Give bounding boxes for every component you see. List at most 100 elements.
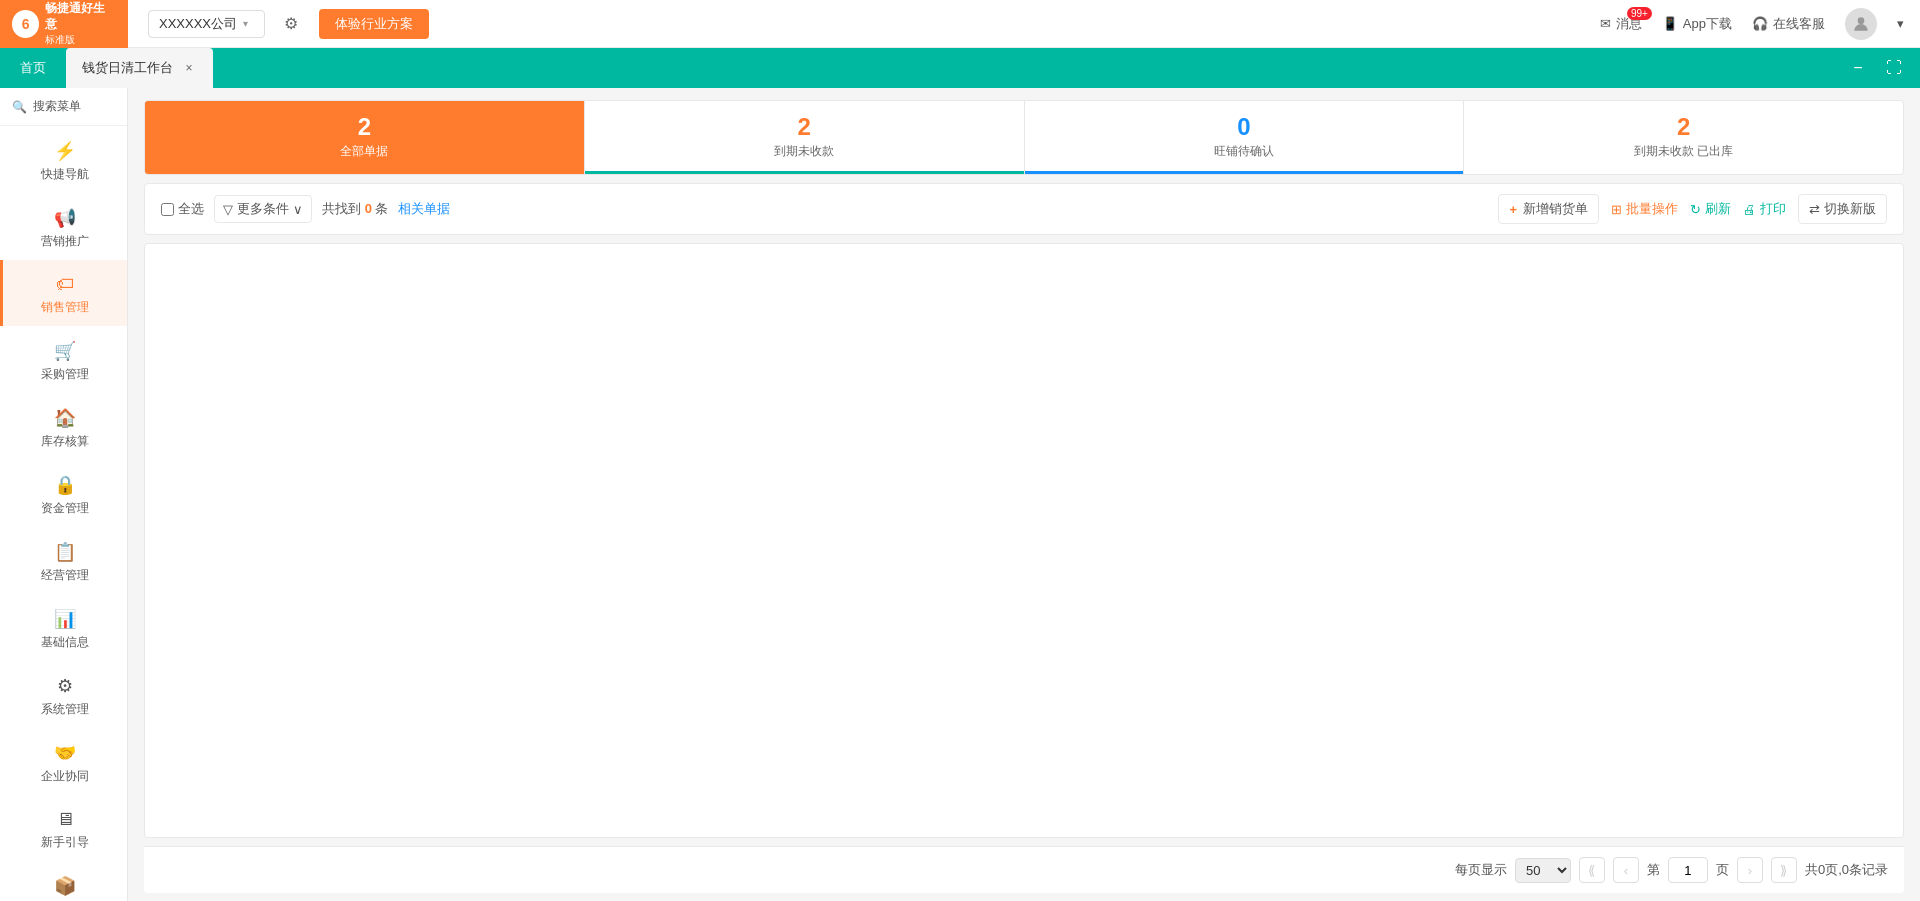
found-text: 共找到 0 条 bbox=[322, 200, 388, 218]
select-all-label: 全选 bbox=[178, 200, 204, 218]
sidebar-item-cooperation[interactable]: 🤝 企业协同 bbox=[0, 728, 127, 795]
sidebar-item-label: 营销推广 bbox=[41, 233, 89, 250]
stats-tab-pending[interactable]: 0 旺铺待确认 bbox=[1025, 101, 1465, 174]
quick-nav-icon: ⚡ bbox=[54, 140, 76, 162]
next-page-button[interactable]: › bbox=[1737, 857, 1763, 883]
sidebar: 🔍 搜索菜单 ⚡ 快捷导航 📢 营销推广 🏷 销售管理 🛒 采购管理 🏠 库存核… bbox=[0, 88, 128, 901]
sidebar-item-operation[interactable]: 📋 经营管理 bbox=[0, 527, 127, 594]
sidebar-item-system[interactable]: ⚙ 系统管理 bbox=[0, 661, 127, 728]
switch-new-version-button[interactable]: ⇄ 切换新版 bbox=[1798, 194, 1887, 224]
page-label: 第 bbox=[1647, 861, 1660, 879]
username-area[interactable]: ▾ bbox=[1897, 16, 1904, 31]
chevron-down-icon: ∨ bbox=[293, 202, 303, 217]
pagination-bar: 每页显示 50 100 ⟪ ‹ 第 页 › ⟫ 共0页,0条记录 bbox=[144, 846, 1904, 893]
sidebar-item-purchase[interactable]: 🛒 采购管理 bbox=[0, 326, 127, 393]
tab-cashflow[interactable]: 钱货日清工作台 × bbox=[66, 48, 213, 88]
page-number-input[interactable] bbox=[1668, 857, 1708, 883]
sidebar-item-label: 采购管理 bbox=[41, 366, 89, 383]
last-page-button[interactable]: ⟫ bbox=[1771, 857, 1797, 883]
experience-button[interactable]: 体验行业方案 bbox=[319, 9, 429, 39]
stats-label-all: 全部单据 bbox=[340, 143, 388, 160]
related-link[interactable]: 相关单据 bbox=[398, 200, 450, 218]
finance-icon: 🔒 bbox=[54, 474, 76, 496]
marketing-icon: 📢 bbox=[54, 207, 76, 229]
per-page-label: 每页显示 bbox=[1455, 861, 1507, 879]
per-page-select[interactable]: 50 100 bbox=[1515, 858, 1571, 883]
refresh-button[interactable]: ↻ 刷新 bbox=[1690, 200, 1731, 218]
system-icon: ⚙ bbox=[57, 675, 73, 697]
stats-label-pending: 旺铺待确认 bbox=[1214, 143, 1274, 160]
sidebar-item-label: 系统管理 bbox=[41, 701, 89, 718]
stats-num-all: 2 bbox=[358, 115, 371, 139]
base-info-icon: 📊 bbox=[54, 608, 76, 630]
sidebar-item-guide[interactable]: 🖥 新手引导 bbox=[0, 795, 127, 861]
online-service-button[interactable]: 🎧 在线客服 bbox=[1752, 15, 1825, 33]
select-all-input[interactable] bbox=[161, 203, 174, 216]
logo-area[interactable]: 6 畅捷通好生意 标准版 bbox=[0, 0, 128, 48]
batch-icon: ⊞ bbox=[1611, 202, 1622, 217]
sidebar-item-label: 库存核算 bbox=[41, 433, 89, 450]
stats-num-overdue-shipped: 2 bbox=[1677, 115, 1690, 139]
avatar[interactable] bbox=[1845, 8, 1877, 40]
header-right: ✉ 消息 99+ 📱 App下载 🎧 在线客服 ▾ bbox=[1600, 8, 1904, 40]
filter-button[interactable]: ▽ 更多条件 ∨ bbox=[214, 195, 312, 223]
total-info: 共0页,0条记录 bbox=[1805, 861, 1888, 879]
expand-icon: ⛶ bbox=[1886, 59, 1902, 77]
sidebar-item-label: 销售管理 bbox=[41, 299, 89, 316]
minus-icon: − bbox=[1853, 59, 1862, 77]
settings-button[interactable]: ⚙ bbox=[275, 8, 307, 40]
logo-icon: 6 bbox=[12, 10, 39, 38]
toolbar-right: + 新增销货单 ⊞ 批量操作 ↻ 刷新 🖨 打印 ⇄ 切换新版 bbox=[1498, 194, 1887, 224]
stats-label-overdue: 到期未收款 bbox=[774, 143, 834, 160]
print-button[interactable]: 🖨 打印 bbox=[1743, 200, 1786, 218]
filter-icon: ▽ bbox=[223, 202, 233, 217]
tab-close-icon[interactable]: × bbox=[181, 60, 197, 76]
batch-operation-button[interactable]: ⊞ 批量操作 bbox=[1611, 200, 1678, 218]
batch-btn-label: 批量操作 bbox=[1626, 200, 1678, 218]
sidebar-item-finance[interactable]: 🔒 资金管理 bbox=[0, 460, 127, 527]
sidebar-item-quick-nav[interactable]: ⚡ 快捷导航 bbox=[0, 126, 127, 193]
message-button[interactable]: ✉ 消息 99+ bbox=[1600, 15, 1642, 33]
tab-expand-button[interactable]: ⛶ bbox=[1880, 54, 1908, 82]
sidebar-item-label: 经营管理 bbox=[41, 567, 89, 584]
app-download-button[interactable]: 📱 App下载 bbox=[1662, 15, 1732, 33]
page-suffix: 页 bbox=[1716, 861, 1729, 879]
company-selector[interactable]: XXXXXX公司 ▾ bbox=[148, 10, 265, 38]
prev-page-button[interactable]: ‹ bbox=[1613, 857, 1639, 883]
toolbar-left: 全选 ▽ 更多条件 ∨ 共找到 0 条 相关单据 bbox=[161, 195, 450, 223]
gear-icon: ⚙ bbox=[284, 14, 298, 33]
refresh-label: 刷新 bbox=[1705, 200, 1731, 218]
content-area: 2 全部单据 2 到期未收款 0 旺铺待确认 2 到期未收款 已出库 bbox=[128, 88, 1920, 901]
tab-home[interactable]: 首页 bbox=[0, 48, 66, 88]
stats-tab-all[interactable]: 2 全部单据 bbox=[145, 101, 585, 174]
stats-num-pending: 0 bbox=[1237, 115, 1250, 139]
switch-icon: ⇄ bbox=[1809, 202, 1820, 217]
chevron-down-icon: ▾ bbox=[243, 18, 248, 29]
sidebar-item-marketing[interactable]: 📢 营销推广 bbox=[0, 193, 127, 260]
stats-tab-overdue[interactable]: 2 到期未收款 bbox=[585, 101, 1025, 174]
refresh-icon: ↻ bbox=[1690, 202, 1701, 217]
stats-tab-overdue-shipped[interactable]: 2 到期未收款 已出库 bbox=[1464, 101, 1903, 174]
sidebar-item-app-center[interactable]: 📦 应用中心 bbox=[0, 861, 127, 901]
tab-home-label: 首页 bbox=[20, 59, 46, 77]
sidebar-item-sales[interactable]: 🏷 销售管理 bbox=[0, 260, 127, 326]
first-page-button[interactable]: ⟪ bbox=[1579, 857, 1605, 883]
tab-cashflow-label: 钱货日清工作台 bbox=[82, 59, 173, 77]
sidebar-item-base-info[interactable]: 📊 基础信息 bbox=[0, 594, 127, 661]
sidebar-search[interactable]: 🔍 搜索菜单 bbox=[0, 88, 127, 126]
sales-icon: 🏷 bbox=[56, 274, 74, 295]
sidebar-item-label: 企业协同 bbox=[41, 768, 89, 785]
sidebar-item-label: 基础信息 bbox=[41, 634, 89, 651]
stats-tabs: 2 全部单据 2 到期未收款 0 旺铺待确认 2 到期未收款 已出库 bbox=[144, 100, 1904, 175]
logo-text: 畅捷通好生意 标准版 bbox=[45, 1, 116, 45]
add-sales-order-button[interactable]: + 新增销货单 bbox=[1498, 194, 1599, 224]
print-icon: 🖨 bbox=[1743, 202, 1756, 217]
plus-icon: + bbox=[1509, 202, 1517, 217]
tab-minimize-button[interactable]: − bbox=[1844, 54, 1872, 82]
sidebar-item-label: 资金管理 bbox=[41, 500, 89, 517]
inventory-icon: 🏠 bbox=[54, 407, 76, 429]
svg-point-0 bbox=[1858, 17, 1865, 24]
toolbar: 全选 ▽ 更多条件 ∨ 共找到 0 条 相关单据 + 新增销货单 bbox=[144, 183, 1904, 235]
sidebar-item-inventory[interactable]: 🏠 库存核算 bbox=[0, 393, 127, 460]
select-all-checkbox[interactable]: 全选 bbox=[161, 200, 204, 218]
